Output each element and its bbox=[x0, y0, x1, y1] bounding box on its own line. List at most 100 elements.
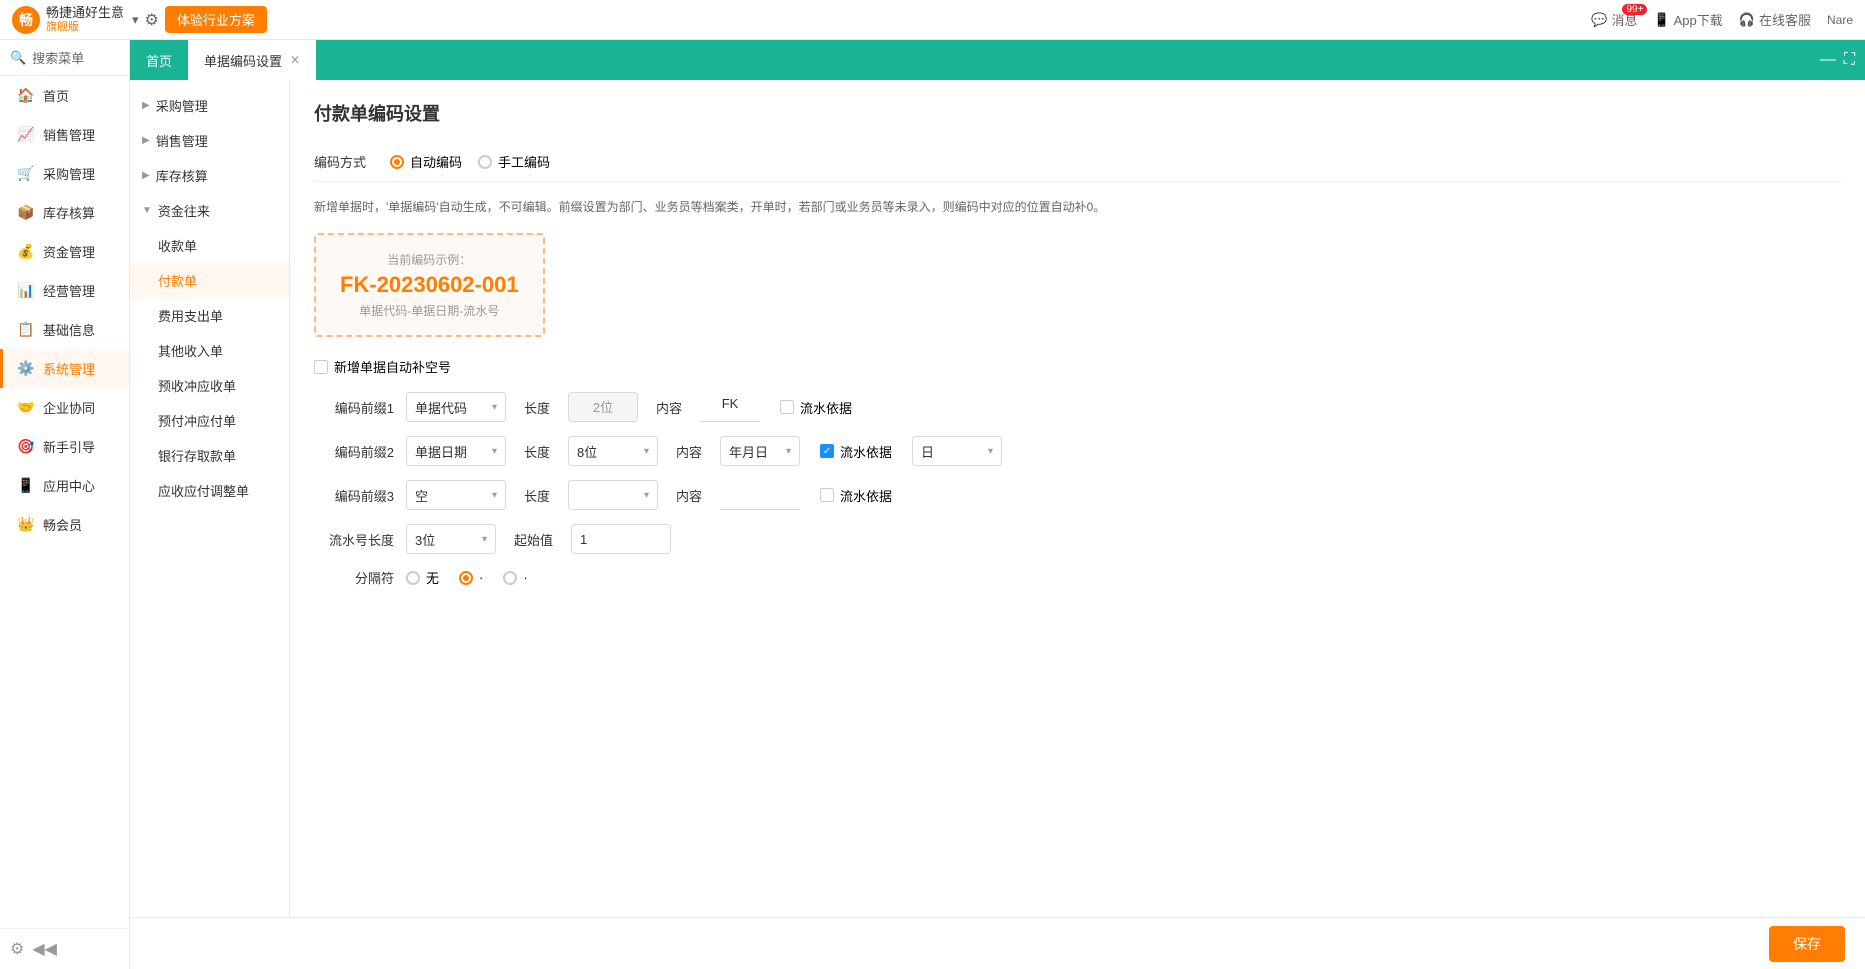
sub-item-receipt[interactable]: 收款单 bbox=[130, 228, 289, 263]
tab-close-icon[interactable]: ✕ bbox=[290, 53, 300, 67]
sub-item-adjust[interactable]: 应收应付调整单 bbox=[130, 473, 289, 508]
prefix1-label: 编码前缀1 bbox=[314, 398, 394, 417]
app-download-action[interactable]: 📱 App下载 bbox=[1653, 10, 1722, 29]
group-purchase[interactable]: 采购管理 bbox=[130, 88, 289, 123]
sub-item-prepay-adjust2-label: 预付冲应付单 bbox=[158, 411, 236, 430]
dropdown-arrow: ▾ bbox=[988, 446, 993, 457]
start-value-input[interactable] bbox=[571, 524, 671, 554]
prefix2-select[interactable]: 单据日期 ▾ bbox=[406, 436, 506, 466]
sidebar-item-purchase[interactable]: 🛒 采购管理 bbox=[0, 154, 129, 193]
sidebar-search[interactable]: 🔍 搜索菜单 bbox=[0, 40, 129, 76]
form-title: 付款单编码设置 bbox=[314, 100, 1841, 126]
guide-icon: 🎯 bbox=[17, 438, 35, 456]
separator-label: 分隔符 bbox=[314, 568, 394, 587]
tab-bar: 首页 单据编码设置 ✕ — ⛶ bbox=[130, 40, 1865, 80]
brand-sub: 旗舰版 bbox=[46, 21, 124, 34]
collapse-icon bbox=[142, 205, 152, 216]
sub-item-prepay-adjust2[interactable]: 预付冲应付单 bbox=[130, 403, 289, 438]
gear-icon[interactable]: ⚙ bbox=[145, 10, 159, 30]
sidebar-item-system[interactable]: ⚙️ 系统管理 bbox=[0, 349, 129, 388]
sub-item-other-income[interactable]: 其他收入单 bbox=[130, 333, 289, 368]
serial-length-select[interactable]: 3位 ▾ bbox=[406, 524, 496, 554]
brand-name: 畅捷通好生意 bbox=[46, 5, 124, 21]
sub-item-prepay-adjust[interactable]: 预收冲应收单 bbox=[130, 368, 289, 403]
dropdown-arrow: ▾ bbox=[644, 446, 649, 457]
prefix-row-2: 编码前缀2 单据日期 ▾ 长度 8位 ▾ 内容 年月日 bbox=[314, 436, 1841, 466]
tab-home[interactable]: 首页 bbox=[130, 40, 188, 80]
sub-item-payment-label: 付款单 bbox=[158, 271, 197, 290]
collapse-icon[interactable]: ◀◀ bbox=[32, 939, 57, 959]
settings-icon[interactable]: ⚙ bbox=[10, 939, 24, 959]
sidebar-item-apps[interactable]: 📱 应用中心 bbox=[0, 466, 129, 505]
prefix3-select[interactable]: 空 ▾ bbox=[406, 480, 506, 510]
sub-item-bank[interactable]: 银行存取款单 bbox=[130, 438, 289, 473]
sub-item-expense[interactable]: 费用支出单 bbox=[130, 298, 289, 333]
radio-manual[interactable]: 手工编码 bbox=[478, 152, 550, 171]
stream-check-box-3[interactable] bbox=[820, 488, 834, 502]
experience-btn[interactable]: 体验行业方案 bbox=[165, 6, 267, 33]
group-capital[interactable]: 资金往来 bbox=[130, 193, 289, 228]
sidebar-item-guide[interactable]: 🎯 新手引导 bbox=[0, 427, 129, 466]
separator-none[interactable]: 无 bbox=[406, 568, 439, 587]
save-button[interactable]: 保存 bbox=[1769, 926, 1845, 962]
sidebar-item-member[interactable]: 👑 畅会员 bbox=[0, 505, 129, 544]
dropdown-btn[interactable]: ▾ bbox=[132, 12, 139, 28]
content2-label: 内容 bbox=[676, 442, 702, 461]
message-action[interactable]: 💬 消息 99+ bbox=[1591, 10, 1637, 29]
prefix2-label: 编码前缀2 bbox=[314, 442, 394, 461]
length1-label: 长度 bbox=[524, 398, 550, 417]
separator-dot2[interactable]: · bbox=[503, 570, 527, 585]
sidebar-item-finance[interactable]: 💰 资金管理 bbox=[0, 232, 129, 271]
stream-label-1: 流水依据 bbox=[800, 398, 852, 417]
sidebar-item-basic[interactable]: 📋 基础信息 bbox=[0, 310, 129, 349]
auto-fill-row: 新增单据自动补空号 bbox=[314, 357, 1841, 376]
content2-value: 年月日 bbox=[729, 442, 768, 461]
length1-input: 2位 bbox=[568, 392, 638, 422]
prefix1-select[interactable]: 单据代码 ▾ bbox=[406, 392, 506, 422]
user-area[interactable]: Nare bbox=[1827, 13, 1853, 27]
tab-bar-actions: — ⛶ bbox=[1820, 51, 1865, 69]
prefix3-value: 空 bbox=[415, 486, 428, 505]
sidebar-item-enterprise[interactable]: 🤝 企业协同 bbox=[0, 388, 129, 427]
sub-item-payment[interactable]: 付款单 bbox=[130, 263, 289, 298]
left-sidebar: 🔍 搜索菜单 🏠 首页 📈 销售管理 🛒 采购管理 📦 库存核算 💰 资金管理 … bbox=[0, 40, 130, 969]
prefix3-label: 编码前缀3 bbox=[314, 486, 394, 505]
length3-select[interactable]: ▾ bbox=[568, 480, 658, 510]
stream-check-1: 流水依据 bbox=[780, 398, 852, 417]
tab-encoding-settings[interactable]: 单据编码设置 ✕ bbox=[188, 40, 316, 80]
sidebar-item-sales[interactable]: 📈 销售管理 bbox=[0, 115, 129, 154]
brand-icon: 畅 bbox=[12, 6, 40, 34]
separator-dot2-label: · bbox=[523, 570, 527, 585]
stream-check-box-2[interactable]: ✓ bbox=[820, 444, 834, 458]
tab-encoding-label: 单据编码设置 bbox=[204, 51, 282, 70]
sidebar-item-inventory[interactable]: 📦 库存核算 bbox=[0, 193, 129, 232]
stream-check-box-1[interactable] bbox=[780, 400, 794, 414]
separator-dot[interactable]: · bbox=[459, 570, 483, 585]
top-bar-right: 💬 消息 99+ 📱 App下载 🎧 在线客服 Nare bbox=[1591, 10, 1853, 29]
sidebar-bottom: ⚙ ◀◀ bbox=[0, 928, 129, 969]
tab-home-label: 首页 bbox=[146, 51, 172, 70]
sidebar-item-home[interactable]: 🏠 首页 bbox=[0, 76, 129, 115]
sidebar-item-label: 基础信息 bbox=[43, 320, 95, 339]
maximize-icon[interactable]: ⛶ bbox=[1844, 51, 1855, 69]
operations-icon: 📊 bbox=[17, 282, 35, 300]
basic-icon: 📋 bbox=[17, 321, 35, 339]
group-sales[interactable]: 销售管理 bbox=[130, 123, 289, 158]
group-inventory[interactable]: 库存核算 bbox=[130, 158, 289, 193]
minimize-icon[interactable]: — bbox=[1820, 51, 1836, 69]
length2-select[interactable]: 8位 ▾ bbox=[568, 436, 658, 466]
radio-auto[interactable]: 自动编码 bbox=[390, 152, 462, 171]
content2-select[interactable]: 年月日 ▾ bbox=[720, 436, 800, 466]
online-service-action[interactable]: 🎧 在线客服 bbox=[1739, 10, 1811, 29]
sidebar-item-operations[interactable]: 📊 经营管理 bbox=[0, 271, 129, 310]
length2-value: 8位 bbox=[577, 442, 597, 461]
apps-icon: 📱 bbox=[17, 477, 35, 495]
cycle-select[interactable]: 日 ▾ bbox=[912, 436, 1002, 466]
brand-text: 畅捷通好生意 旗舰版 bbox=[46, 5, 124, 34]
sidebar-item-label: 企业协同 bbox=[43, 398, 95, 417]
serial-length-value: 3位 bbox=[415, 530, 435, 549]
length3-label: 长度 bbox=[524, 486, 550, 505]
enterprise-icon: 🤝 bbox=[17, 399, 35, 417]
sub-item-adjust-label: 应收应付调整单 bbox=[158, 481, 249, 500]
auto-fill-checkbox[interactable] bbox=[314, 360, 328, 374]
